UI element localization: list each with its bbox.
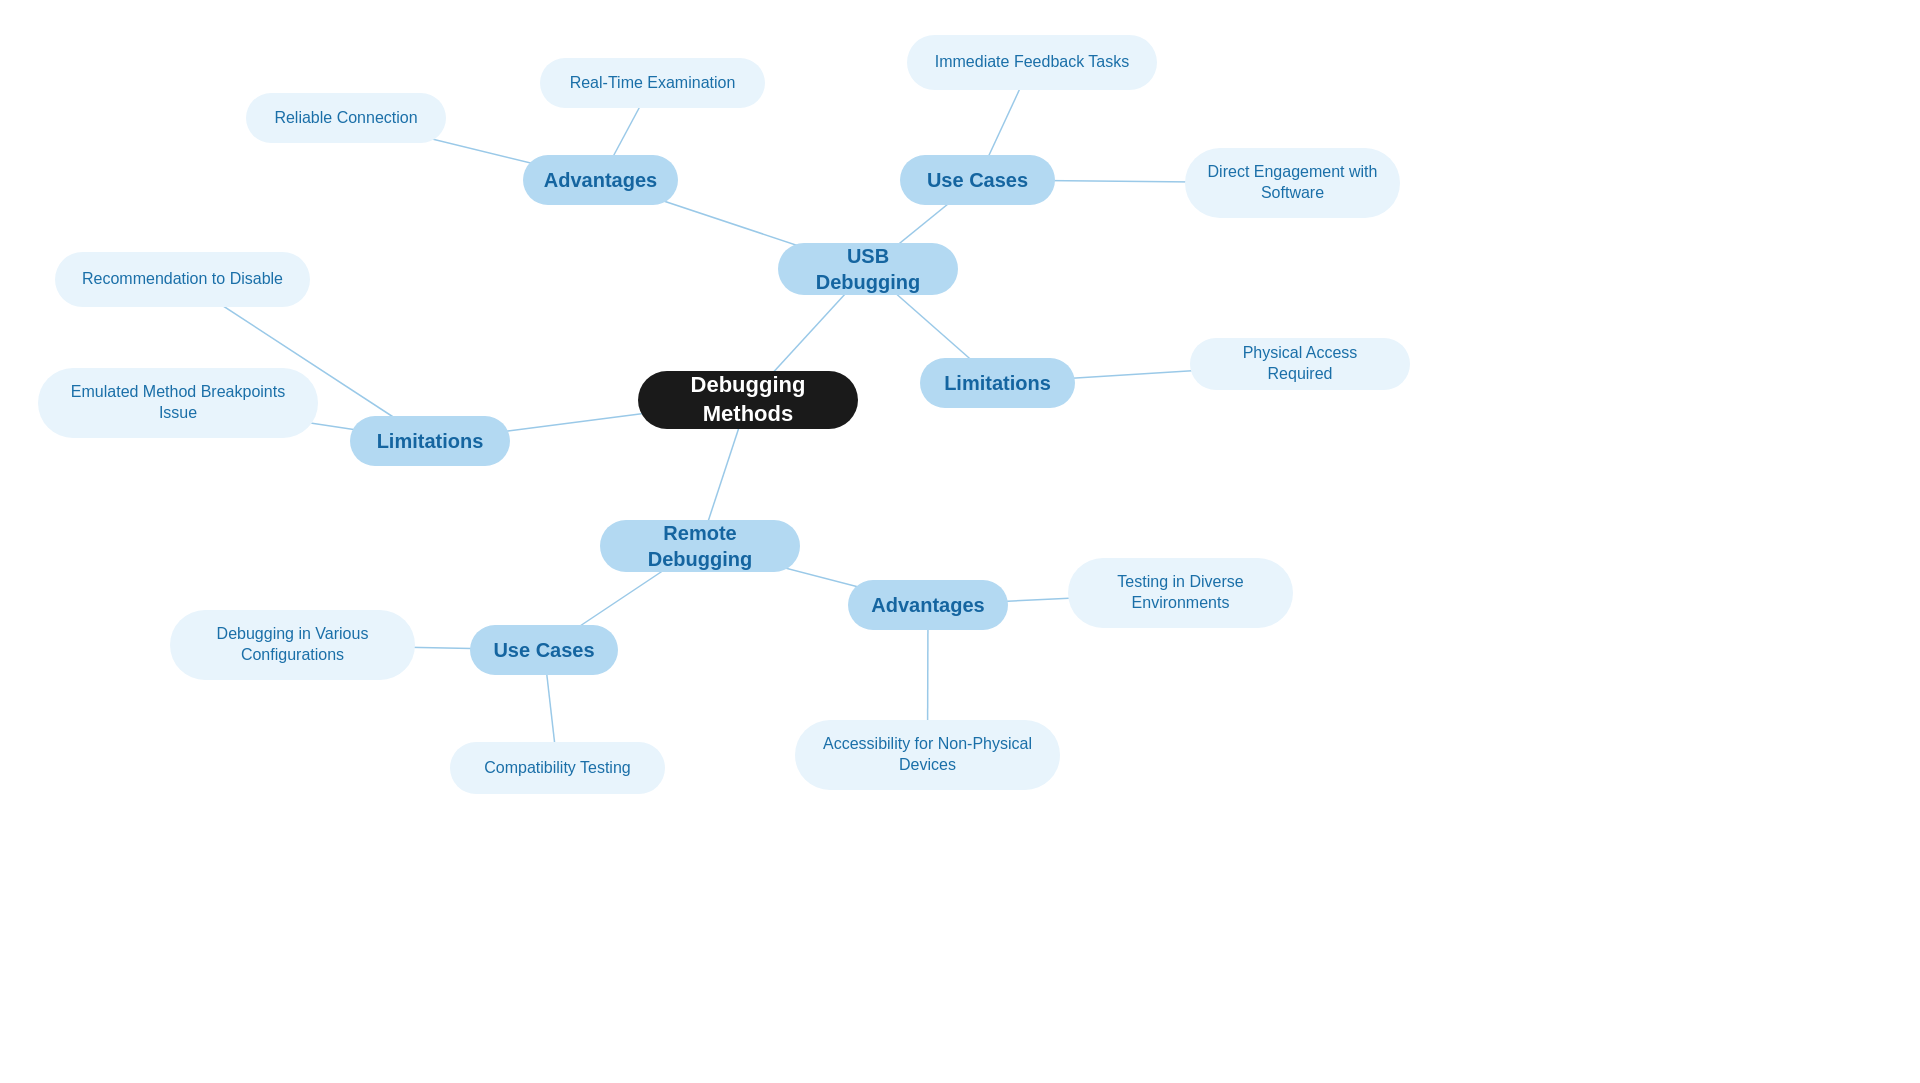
- emulated-method-node: Emulated Method Breakpoints Issue: [38, 368, 318, 438]
- remote-use-cases-node: Use Cases: [470, 625, 618, 675]
- reliable-connection-node: Reliable Connection: [246, 93, 446, 143]
- direct-engagement-node: Direct Engagement with Software: [1185, 148, 1400, 218]
- center-node: Debugging Methods: [638, 371, 858, 429]
- physical-access-node: Physical Access Required: [1190, 338, 1410, 390]
- realtime-exam-node: Real-Time Examination: [540, 58, 765, 108]
- testing-diverse-node: Testing in Diverse Environments: [1068, 558, 1293, 628]
- debugging-various-node: Debugging in Various Configurations: [170, 610, 415, 680]
- usb-advantages-node: Advantages: [523, 155, 678, 205]
- compatibility-node: Compatibility Testing: [450, 742, 665, 794]
- usb-limitations-node: Limitations: [920, 358, 1075, 408]
- remote-debugging-node: Remote Debugging: [600, 520, 800, 572]
- usb-use-cases-node: Use Cases: [900, 155, 1055, 205]
- limitations-left-node: Limitations: [350, 416, 510, 466]
- recommendation-node: Recommendation to Disable: [55, 252, 310, 307]
- remote-advantages-node: Advantages: [848, 580, 1008, 630]
- immediate-feedback-node: Immediate Feedback Tasks: [907, 35, 1157, 90]
- usb-debugging-node: USB Debugging: [778, 243, 958, 295]
- accessibility-node: Accessibility for Non-Physical Devices: [795, 720, 1060, 790]
